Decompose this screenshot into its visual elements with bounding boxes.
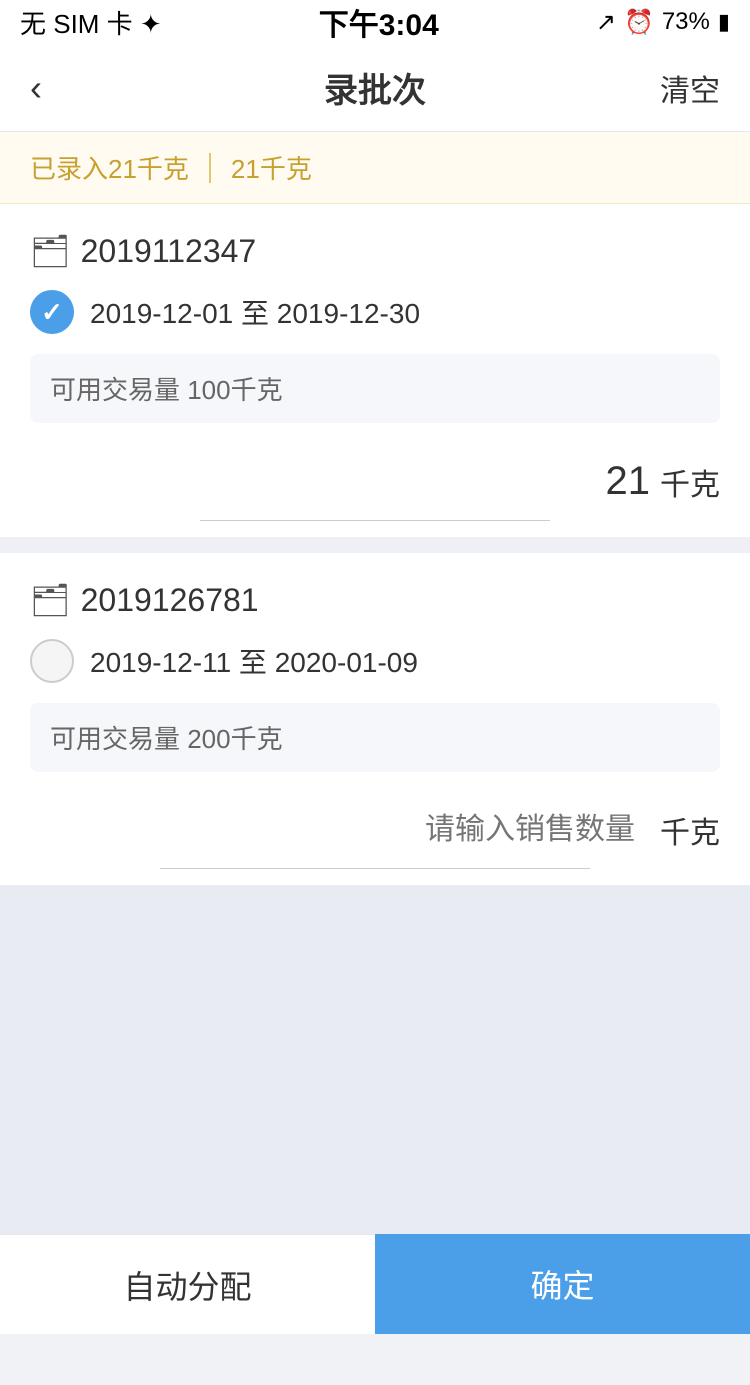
card-separator <box>0 537 750 553</box>
batch-1-id: 2019112347 <box>81 233 257 270</box>
check-icon: ✓ <box>41 297 63 328</box>
batch-1-quantity-value: 21 <box>606 459 651 504</box>
batch-2-date-row: 2019-12-11 至 2020-01-09 <box>0 629 750 693</box>
recorded-value: 21千克 <box>231 149 312 186</box>
batch-2-unit: 千克 <box>660 808 720 852</box>
batch-2-input-row: 千克 <box>0 788 750 868</box>
status-right: ↗ ⏰ 73% ▮ <box>596 8 730 37</box>
batch-1-quantity-row: 21 千克 <box>0 439 750 520</box>
info-divider <box>209 153 211 183</box>
back-button[interactable]: ‹ <box>30 67 90 109</box>
nav-bar: ‹ 录批次 清空 <box>0 44 750 132</box>
page-title: 录批次 <box>324 63 426 112</box>
batch-2-available: 可用交易量 200千克 <box>30 703 720 772</box>
batch-2-quantity-input[interactable] <box>350 813 650 847</box>
status-time: 下午3:04 <box>319 0 439 44</box>
batch-1-icon: 🗂 <box>30 232 71 270</box>
bottom-bar: 自动分配 确定 <box>0 1234 750 1334</box>
batch-1-quantity-unit: 千克 <box>660 460 720 504</box>
status-left: 无 SIM 卡 ✦ <box>20 4 162 41</box>
recorded-label: 已录入21千克 <box>30 149 189 186</box>
batch-card-1: 🗂 2019112347 ✓ 2019-12-01 至 2019-12-30 可… <box>0 204 750 537</box>
confirm-button[interactable]: 确定 <box>375 1234 750 1334</box>
batch-1-header: 🗂 2019112347 <box>0 204 750 280</box>
batch-2-header: 🗂 2019126781 <box>0 553 750 629</box>
content-area: 🗂 2019112347 ✓ 2019-12-01 至 2019-12-30 可… <box>0 204 750 1385</box>
batch-card-2: 🗂 2019126781 2019-12-11 至 2020-01-09 可用交… <box>0 553 750 885</box>
sim-signal: 无 SIM 卡 ✦ <box>20 4 162 41</box>
batch-1-date-row: ✓ 2019-12-01 至 2019-12-30 <box>0 280 750 344</box>
location-icon: ↗ <box>596 8 616 37</box>
battery-level: 73% <box>662 8 710 36</box>
batch-2-radio[interactable] <box>30 639 74 683</box>
clear-button[interactable]: 清空 <box>660 66 720 110</box>
status-bar: 无 SIM 卡 ✦ 下午3:04 ↗ ⏰ 73% ▮ <box>0 0 750 44</box>
batch-2-date: 2019-12-11 至 2020-01-09 <box>90 641 418 681</box>
empty-area <box>0 885 750 1285</box>
batch-2-icon: 🗂 <box>30 581 71 619</box>
batch-2-id: 2019126781 <box>81 582 259 619</box>
auto-distribute-button[interactable]: 自动分配 <box>0 1234 375 1334</box>
battery-icon: ▮ <box>718 9 730 35</box>
alarm-icon: ⏰ <box>624 8 654 37</box>
batch-1-radio[interactable]: ✓ <box>30 290 74 334</box>
info-banner: 已录入21千克 21千克 <box>0 132 750 204</box>
batch-1-date: 2019-12-01 至 2019-12-30 <box>90 292 420 332</box>
batch-1-available: 可用交易量 100千克 <box>30 354 720 423</box>
